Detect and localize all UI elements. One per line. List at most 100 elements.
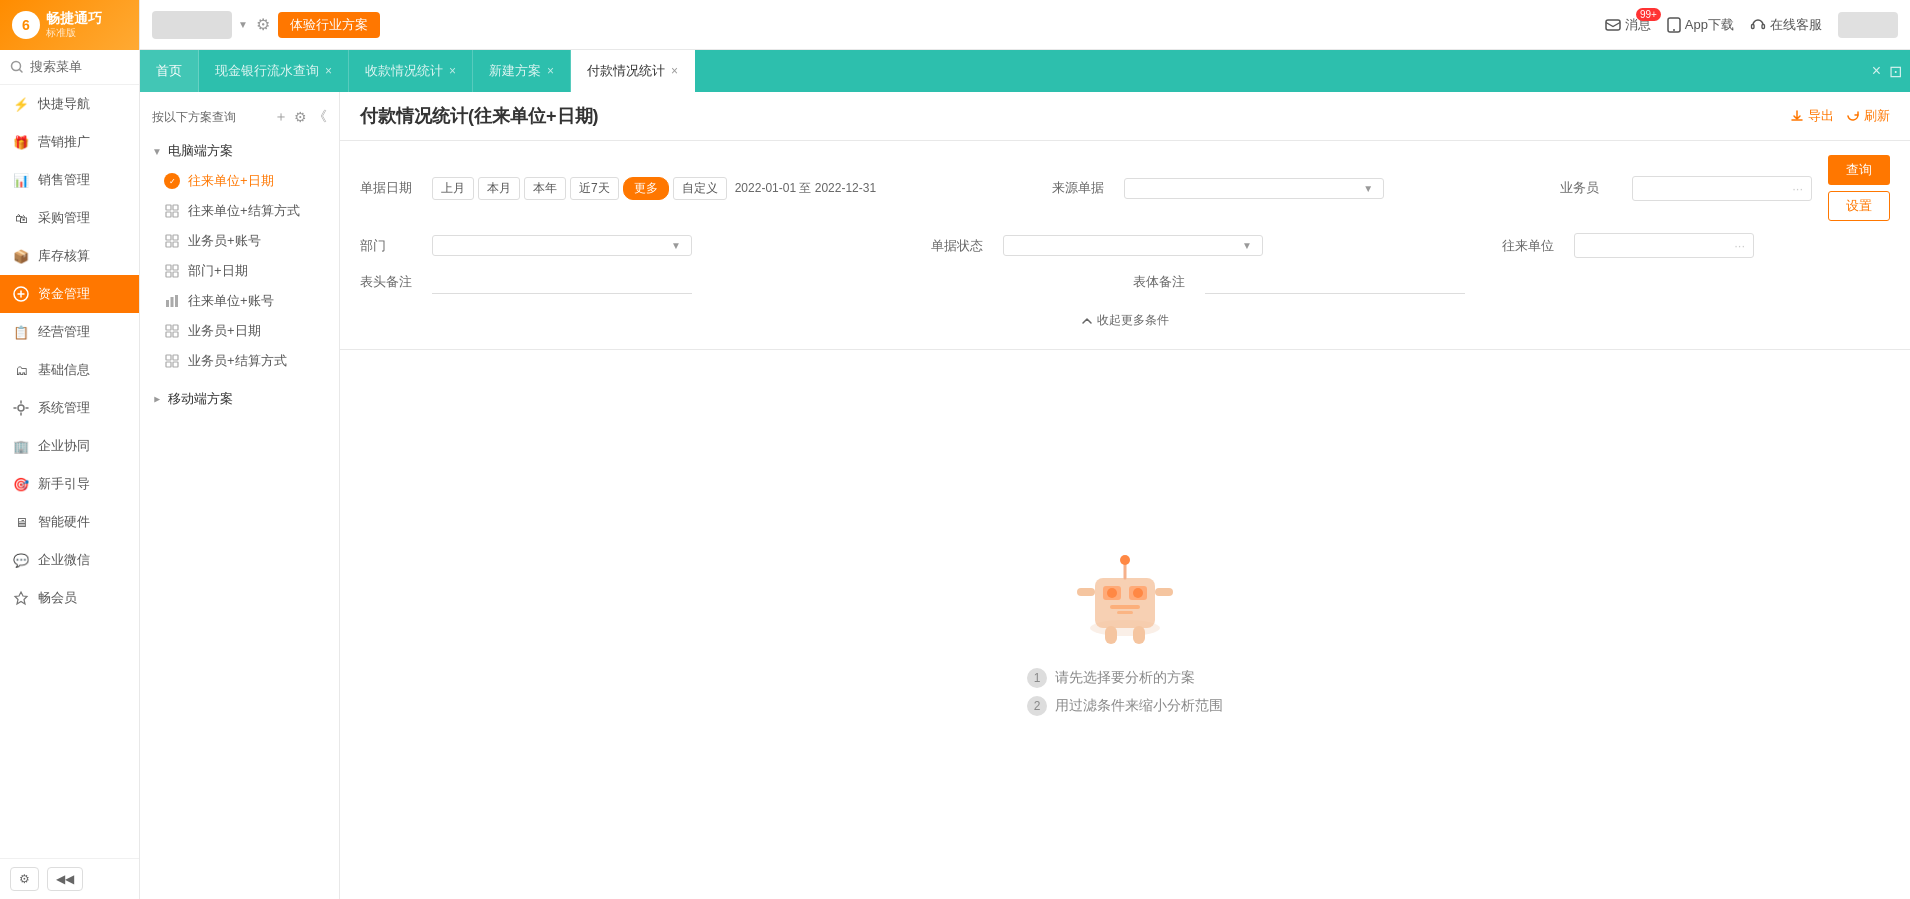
tab-receipt-stats-close[interactable]: ×: [449, 64, 456, 78]
table-header-note-input[interactable]: [432, 270, 692, 294]
collapse-more-btn[interactable]: 收起更多条件: [1075, 306, 1175, 335]
staff-select[interactable]: ···: [1632, 176, 1812, 201]
enterprise-icon: 🏢: [12, 437, 30, 455]
scheme-counterpart-account[interactable]: 往来单位+账号: [140, 286, 339, 316]
operation-icon: 📋: [12, 323, 30, 341]
svg-rect-32: [1095, 578, 1155, 628]
svg-rect-12: [166, 235, 171, 240]
trial-btn[interactable]: 体验行业方案: [278, 12, 380, 38]
tip-1-text: 请先选择要分析的方案: [1055, 669, 1195, 687]
scheme-grid-icon-1: [164, 203, 180, 219]
tab-receipt-stats[interactable]: 收款情况统计 ×: [349, 50, 473, 92]
date-last-month-btn[interactable]: 上月: [432, 177, 474, 200]
mobile-group-header[interactable]: ▼ 移动端方案: [140, 384, 339, 414]
sidebar-item-wechat[interactable]: 💬 企业微信: [0, 541, 139, 579]
scheme-counterpart-settle[interactable]: 往来单位+结算方式: [140, 196, 339, 226]
svg-point-36: [1133, 588, 1143, 598]
sidebar-item-inventory[interactable]: 📦 库存核算: [0, 237, 139, 275]
scheme-counterpart-settle-label: 往来单位+结算方式: [188, 202, 300, 220]
topbar-settings-icon[interactable]: ⚙: [256, 15, 270, 34]
sidebar-item-basic[interactable]: 🗂 基础信息: [0, 351, 139, 389]
page-header-actions: 导出 刷新: [1790, 107, 1890, 125]
sidebar-item-operation[interactable]: 📋 经营管理: [0, 313, 139, 351]
sidebar-item-marketing[interactable]: 🎁 营销推广: [0, 123, 139, 161]
messages-btn[interactable]: 消息 99+: [1605, 16, 1651, 34]
table-body-note-input[interactable]: [1205, 270, 1465, 294]
dept-select[interactable]: ▼: [432, 235, 692, 256]
tab-close-all-btn[interactable]: ×: [1872, 62, 1881, 80]
sidebar-item-guide[interactable]: 🎯 新手引导: [0, 465, 139, 503]
mobile-group-label: 移动端方案: [168, 390, 233, 408]
desktop-group-header[interactable]: ▼ 电脑端方案: [140, 136, 339, 166]
topbar-user-right[interactable]: [1838, 12, 1898, 38]
scheme-chart-icon: [164, 293, 180, 309]
staff-label: 业务员: [1560, 179, 1616, 197]
collapse-icon: [1081, 315, 1093, 327]
tab-bank-flow-label: 现金银行流水查询: [215, 62, 319, 80]
svg-rect-20: [166, 300, 169, 307]
sidebar-item-purchase[interactable]: 🛍 采购管理: [0, 199, 139, 237]
online-service-btn[interactable]: 在线客服: [1750, 16, 1822, 34]
tab-expand-btn[interactable]: ⊡: [1889, 62, 1902, 81]
sidebar-item-hardware[interactable]: 🖥 智能硬件: [0, 503, 139, 541]
tab-home[interactable]: 首页: [140, 50, 199, 92]
add-scheme-btn[interactable]: ＋: [274, 108, 288, 126]
tab-controls: × ⊡: [1864, 50, 1910, 92]
sidebar-item-sales[interactable]: 📊 销售管理: [0, 161, 139, 199]
scheme-staff-date[interactable]: 业务员+日期: [140, 316, 339, 346]
sidebar-item-marketing-label: 营销推广: [38, 133, 90, 151]
scheme-staff-account[interactable]: 业务员+账号: [140, 226, 339, 256]
tab-new-scheme[interactable]: 新建方案 ×: [473, 50, 571, 92]
tab-new-scheme-close[interactable]: ×: [547, 64, 554, 78]
scheme-active-icon: ✓: [164, 173, 180, 189]
marketing-icon: 🎁: [12, 133, 30, 151]
date-buttons: 上月 本月 本年 近7天 更多 自定义 2022-01-01 至 2022-12…: [432, 177, 876, 200]
search-menu[interactable]: 搜索菜单: [0, 50, 139, 85]
tab-payment-stats[interactable]: 付款情况统计 ×: [571, 50, 695, 92]
svg-rect-42: [1155, 588, 1173, 596]
scheme-counterpart-date[interactable]: ✓ 往来单位+日期: [140, 166, 339, 196]
refresh-label: 刷新: [1864, 107, 1890, 125]
date-this-year-btn[interactable]: 本年: [524, 177, 566, 200]
tab-bank-flow-close[interactable]: ×: [325, 64, 332, 78]
sidebar-settings-btn[interactable]: ⚙: [10, 867, 39, 891]
topbar-user[interactable]: ▼: [152, 11, 248, 39]
sidebar-bottom: ⚙ ◀◀: [0, 858, 139, 899]
sidebar-item-system[interactable]: 系统管理: [0, 389, 139, 427]
refresh-btn[interactable]: 刷新: [1846, 107, 1890, 125]
date-this-month-btn[interactable]: 本月: [478, 177, 520, 200]
collapse-left-btn[interactable]: 《: [313, 108, 327, 126]
date-more-btn[interactable]: 更多: [623, 177, 669, 200]
app-download-btn[interactable]: App下载: [1667, 16, 1734, 34]
sidebar-item-quick-nav[interactable]: ⚡ 快捷导航: [0, 85, 139, 123]
date-7days-btn[interactable]: 近7天: [570, 177, 619, 200]
sidebar-item-enterprise[interactable]: 🏢 企业协同: [0, 427, 139, 465]
export-btn[interactable]: 导出: [1790, 107, 1834, 125]
svg-rect-22: [175, 295, 178, 307]
filter-row-1: 单据日期 上月 本月 本年 近7天 更多 自定义 2022-01-01 至 20…: [360, 155, 1890, 221]
settings-btn[interactable]: 设置: [1828, 191, 1890, 221]
query-btn[interactable]: 查询: [1828, 155, 1890, 185]
sidebar-collapse-btn[interactable]: ◀◀: [47, 867, 83, 891]
sidebar-item-member[interactable]: 畅会员: [0, 579, 139, 617]
voucher-status-select[interactable]: ▼: [1003, 235, 1263, 256]
counterpart-label: 往来单位: [1502, 237, 1558, 255]
tab-payment-stats-close[interactable]: ×: [671, 64, 678, 78]
scheme-staff-settle[interactable]: 业务员+结算方式: [140, 346, 339, 376]
edit-scheme-btn[interactable]: ⚙: [294, 109, 307, 125]
date-custom-btn[interactable]: 自定义: [673, 177, 727, 200]
left-panel-header: 按以下方案查询 ＋ ⚙ 《: [140, 102, 339, 136]
logo-subtitle: 标准版: [46, 26, 102, 40]
source-select[interactable]: ▼: [1124, 178, 1384, 199]
scheme-dept-date[interactable]: 部门+日期: [140, 256, 339, 286]
sidebar-item-capital[interactable]: 资金管理: [0, 275, 139, 313]
tab-bank-flow[interactable]: 现金银行流水查询 ×: [199, 50, 349, 92]
right-content: 付款情况统计(往来单位+日期) 导出 刷新: [340, 92, 1910, 899]
tip-2-text: 用过滤条件来缩小分析范围: [1055, 697, 1223, 715]
left-panel: 按以下方案查询 ＋ ⚙ 《 ▼ 电脑端方案 ✓ 往来单位+日期: [140, 92, 340, 899]
counterpart-select[interactable]: ···: [1574, 233, 1754, 258]
svg-rect-8: [166, 205, 171, 210]
svg-rect-26: [173, 332, 178, 337]
scheme-counterpart-date-label: 往来单位+日期: [188, 172, 274, 190]
svg-rect-7: [1762, 24, 1765, 28]
